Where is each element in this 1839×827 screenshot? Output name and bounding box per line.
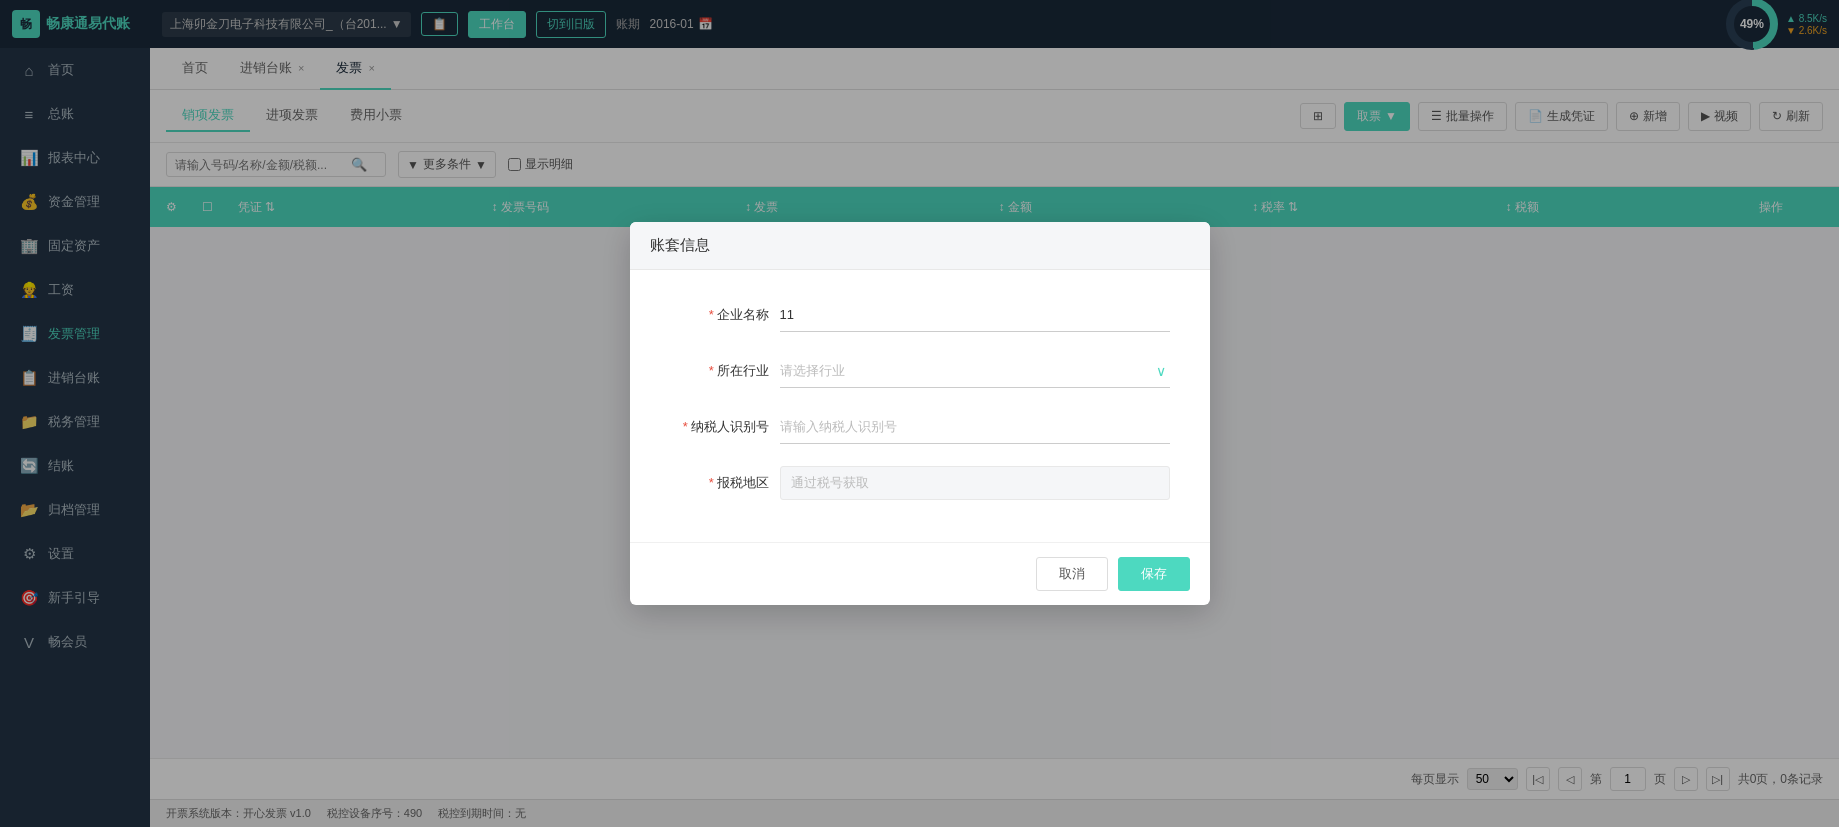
form-label-company: * 企业名称: [670, 306, 780, 324]
tax-region-readonly: 通过税号获取: [780, 466, 1170, 500]
modal-footer: 取消 保存: [630, 542, 1210, 605]
form-label-industry: * 所在行业: [670, 362, 780, 380]
modal: 账套信息 * 企业名称 * 所在行业 请选择行业: [630, 222, 1210, 605]
required-star-3: *: [683, 419, 688, 434]
form-row-company: * 企业名称: [670, 298, 1170, 332]
tax-region-placeholder: 通过税号获取: [791, 474, 869, 492]
form-row-tax-id: * 纳税人识别号: [670, 410, 1170, 444]
save-button[interactable]: 保存: [1118, 557, 1190, 591]
modal-header: 账套信息: [630, 222, 1210, 270]
tax-id-input[interactable]: [780, 410, 1170, 444]
required-star-4: *: [709, 475, 714, 490]
required-star: *: [709, 307, 714, 322]
form-row-tax-region: * 报税地区 通过税号获取: [670, 466, 1170, 500]
modal-title: 账套信息: [650, 236, 710, 253]
industry-select-wrap: 请选择行业 ∨: [780, 354, 1170, 388]
form-row-industry: * 所在行业 请选择行业 ∨: [670, 354, 1170, 388]
company-name-input[interactable]: [780, 298, 1170, 332]
industry-select[interactable]: 请选择行业: [780, 359, 1170, 382]
cancel-button[interactable]: 取消: [1036, 557, 1108, 591]
modal-overlay[interactable]: 账套信息 * 企业名称 * 所在行业 请选择行业: [0, 0, 1839, 827]
form-label-tax-id: * 纳税人识别号: [670, 418, 780, 436]
form-label-tax-region: * 报税地区: [670, 474, 780, 492]
required-star-2: *: [709, 363, 714, 378]
modal-body: * 企业名称 * 所在行业 请选择行业 ∨: [630, 270, 1210, 542]
